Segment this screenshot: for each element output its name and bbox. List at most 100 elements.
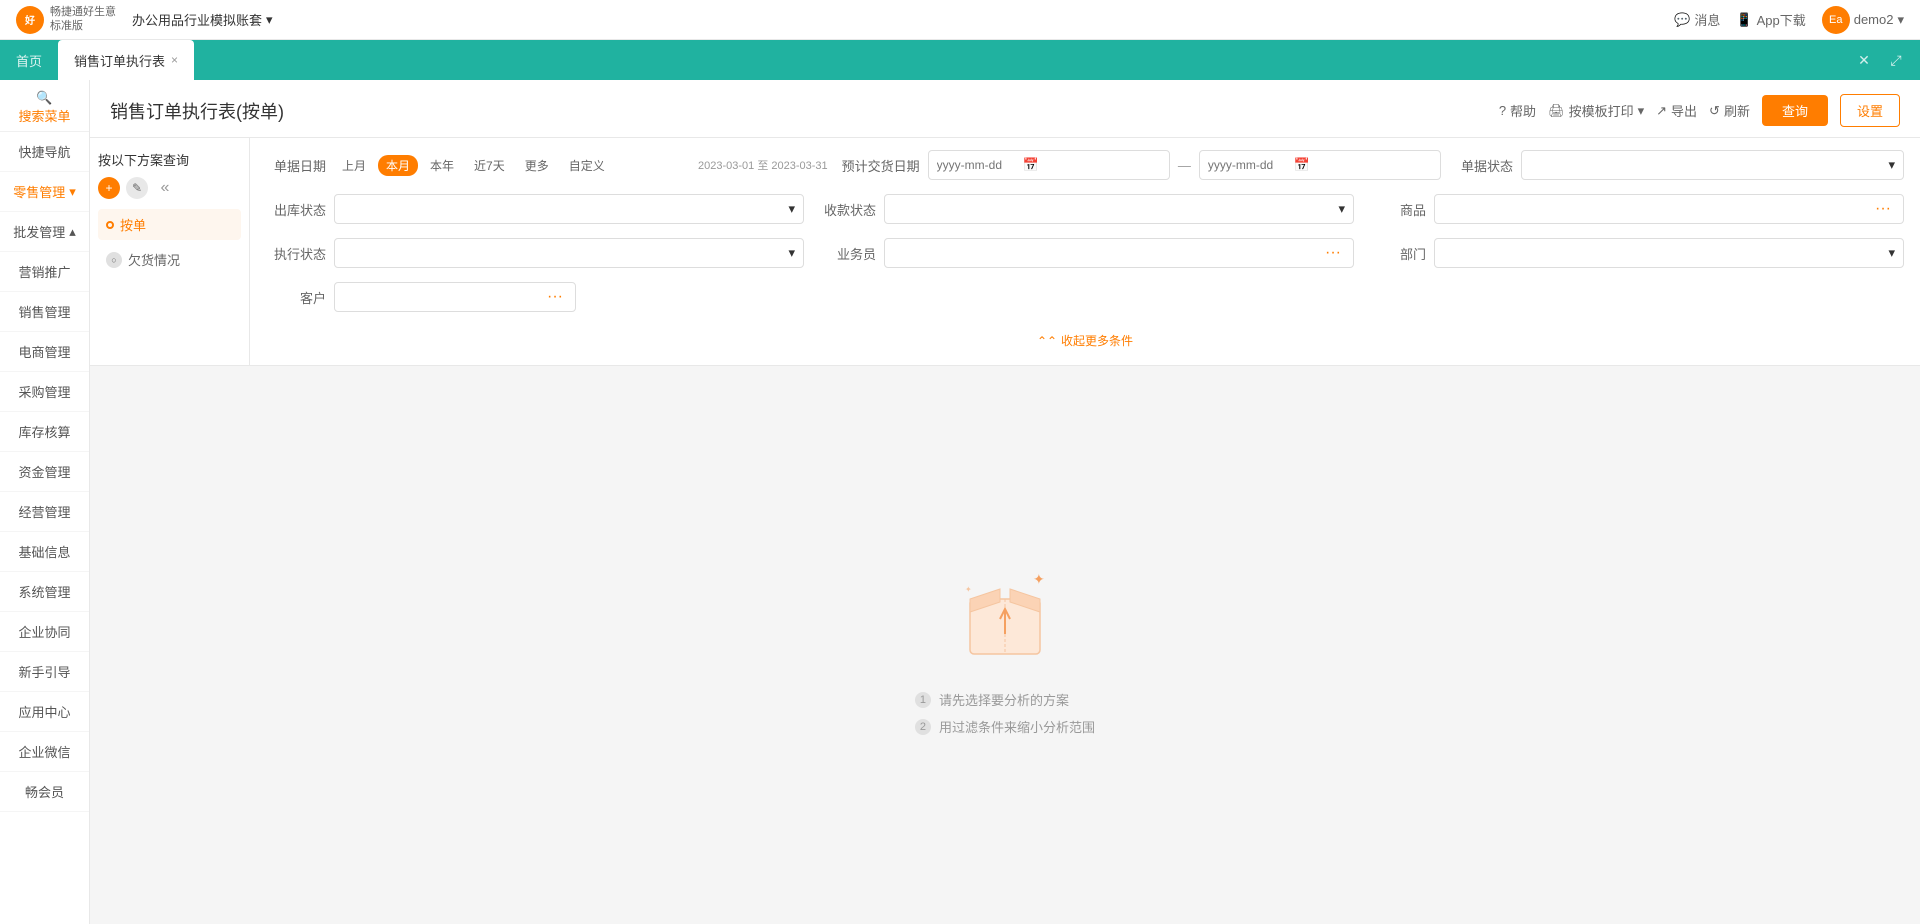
sidebar-item-wholesale[interactable]: 批发管理 ▴ (0, 212, 89, 252)
settings-button[interactable]: 设置 (1840, 94, 1900, 127)
main-layout: 🔍 搜索菜单 快捷导航 零售管理 ▾ 批发管理 ▴ 营销推广 销售管理 电商管理… (0, 80, 1920, 924)
expected-date-label: 预计交货日期 (840, 156, 920, 175)
product-label: 商品 (1366, 200, 1426, 219)
empty-state: ✦ ✦ 1 请先选择要分析的方案 2 用过滤条件来缩小分析范围 (90, 366, 1920, 924)
date-tag-this-year[interactable]: 本年 (422, 155, 462, 176)
empty-svg: ✦ ✦ (945, 554, 1065, 674)
date-sep: — (1178, 158, 1191, 173)
product-more-button[interactable]: ··· (1871, 200, 1895, 218)
sidebar-item-finance[interactable]: 资金管理 (0, 452, 89, 492)
tab-active[interactable]: 销售订单执行表 × (58, 40, 194, 80)
collapse-more-button[interactable]: ⌃⌃ 收起更多条件 (266, 326, 1904, 353)
refresh-button[interactable]: ↺ 刷新 (1709, 101, 1750, 120)
dept-label: 部门 (1366, 244, 1426, 263)
date-tag-custom[interactable]: 自定义 (561, 155, 613, 176)
receive-status-label: 收款状态 (816, 200, 876, 219)
sidebar-item-member[interactable]: 畅会员 (0, 772, 89, 812)
filter-panel: 按以下方案查询 + ✎ « 按单 ○ 欠货情况 (90, 138, 1920, 366)
sidebar-item-retail[interactable]: 零售管理 ▾ (0, 172, 89, 212)
filter-field-out-status: 出库状态 ▾ (266, 194, 804, 224)
edit-scheme-button[interactable]: ✎ (126, 177, 148, 199)
sidebar-item-inventory[interactable]: 库存核算 (0, 412, 89, 452)
calendar-icon: 📅 (1294, 157, 1310, 173)
help-icon: ? (1499, 103, 1506, 118)
filter-field-receive-status: 收款状态 ▾ (816, 194, 1354, 224)
expected-date-end[interactable]: 📅 (1199, 150, 1441, 180)
date-tag-this-month[interactable]: 本月 (378, 155, 418, 176)
company-selector[interactable]: 办公用品行业模拟账套 ▾ (124, 10, 281, 29)
close-window-button[interactable]: ✕ (1852, 48, 1876, 72)
sidebar-item-operations[interactable]: 经营管理 (0, 492, 89, 532)
sidebar-item-ecommerce[interactable]: 电商管理 (0, 332, 89, 372)
status-label: 单据状态 (1453, 156, 1513, 175)
scheme-item-2[interactable]: ○ 欠货情况 (98, 244, 241, 275)
export-button[interactable]: ↗ 导出 (1656, 101, 1697, 120)
calendar-icon: 📅 (1023, 157, 1039, 173)
expand-button[interactable]: ⤢ (1884, 48, 1908, 72)
customer-more-button[interactable]: ··· (543, 288, 567, 306)
empty-hint-1: 1 请先选择要分析的方案 (915, 690, 1069, 709)
chevron-down-icon: ▾ (1338, 201, 1345, 217)
search-icon: 🔍 (36, 90, 52, 105)
exec-status-label: 执行状态 (266, 244, 326, 263)
empty-text: 1 请先选择要分析的方案 2 用过滤条件来缩小分析范围 (915, 690, 1095, 736)
scheme-dot (106, 221, 114, 229)
message-button[interactable]: 💬 消息 (1674, 10, 1720, 29)
sidebar-item-new-guide[interactable]: 新手引导 (0, 652, 89, 692)
sidebar-item-quick-nav[interactable]: 快捷导航 (0, 132, 89, 172)
out-status-select[interactable]: ▾ (334, 194, 804, 224)
tab-home[interactable]: 首页 (0, 40, 58, 80)
sidebar-search[interactable]: 🔍 搜索菜单 (0, 80, 89, 132)
add-scheme-button[interactable]: + (98, 177, 120, 199)
date-tag-7days[interactable]: 近7天 (466, 155, 513, 176)
print-button[interactable]: 🖨 按模板打印 ▾ (1548, 101, 1644, 120)
user-menu[interactable]: Ea demo2 ▾ (1822, 6, 1904, 34)
chevron-down-icon: ▾ (1888, 245, 1895, 261)
query-button[interactable]: 查询 (1762, 95, 1828, 126)
expected-date-start[interactable]: 📅 (928, 150, 1170, 180)
sidebar-item-enterprise[interactable]: 企业协同 (0, 612, 89, 652)
product-select[interactable]: ··· (1434, 194, 1904, 224)
scheme-icon: ○ (106, 252, 122, 268)
out-status-label: 出库状态 (266, 200, 326, 219)
app-download-button[interactable]: 📱 App下载 (1736, 10, 1805, 29)
filter-panel-inner: 按以下方案查询 + ✎ « 按单 ○ 欠货情况 (90, 138, 1920, 365)
sidebar-item-system[interactable]: 系统管理 (0, 572, 89, 612)
collapse-sidebar-button[interactable]: « (154, 177, 176, 199)
sidebar-item-enterprise-wechat[interactable]: 企业微信 (0, 732, 89, 772)
hint-badge-2: 2 (915, 719, 931, 735)
top-header: 好 畅捷通好生意 标准版 办公用品行业模拟账套 ▾ 💬 消息 📱 App下载 E… (0, 0, 1920, 40)
filter-scheme-title: 按以下方案查询 (98, 150, 241, 169)
status-select[interactable]: ▾ (1521, 150, 1904, 180)
print-icon: 🖨 (1548, 103, 1565, 119)
filter-form: 单据日期 上月 本月 本年 近7天 更多 自定义 (250, 138, 1920, 365)
receive-status-select[interactable]: ▾ (884, 194, 1354, 224)
filter-field-exec-status: 执行状态 ▾ (266, 238, 804, 268)
sidebar-item-basic-info[interactable]: 基础信息 (0, 532, 89, 572)
customer-select[interactable]: ··· (334, 282, 576, 312)
filter-row-4: 客户 ··· (266, 282, 1904, 312)
expected-date-start-input[interactable] (937, 158, 1017, 172)
scheme-item-1[interactable]: 按单 (98, 209, 241, 240)
empty-illustration: ✦ ✦ (945, 554, 1065, 674)
sidebar-item-purchase[interactable]: 采购管理 (0, 372, 89, 412)
sidebar-item-marketing[interactable]: 营销推广 (0, 252, 89, 292)
sidebar-item-app-center[interactable]: 应用中心 (0, 692, 89, 732)
expected-date-end-input[interactable] (1208, 158, 1288, 172)
tab-close-button[interactable]: × (171, 53, 178, 67)
filter-sidebar-actions: + ✎ « (98, 177, 241, 199)
filter-row-1: 单据日期 上月 本月 本年 近7天 更多 自定义 (266, 150, 1904, 180)
dept-select[interactable]: ▾ (1434, 238, 1904, 268)
chevron-down-icon: ▾ (1638, 103, 1645, 119)
salesman-select[interactable]: ··· (884, 238, 1354, 268)
chevron-up-icon: ▴ (69, 224, 76, 240)
logo-icon: 好 (16, 6, 44, 34)
date-tag-more[interactable]: 更多 (517, 155, 557, 176)
date-tag-last-month[interactable]: 上月 (334, 155, 374, 176)
salesman-more-button[interactable]: ··· (1321, 244, 1345, 262)
help-button[interactable]: ? 帮助 (1499, 101, 1536, 120)
hint-badge-1: 1 (915, 692, 931, 708)
exec-status-select[interactable]: ▾ (334, 238, 804, 268)
sidebar-item-sales[interactable]: 销售管理 (0, 292, 89, 332)
export-icon: ↗ (1656, 103, 1667, 119)
